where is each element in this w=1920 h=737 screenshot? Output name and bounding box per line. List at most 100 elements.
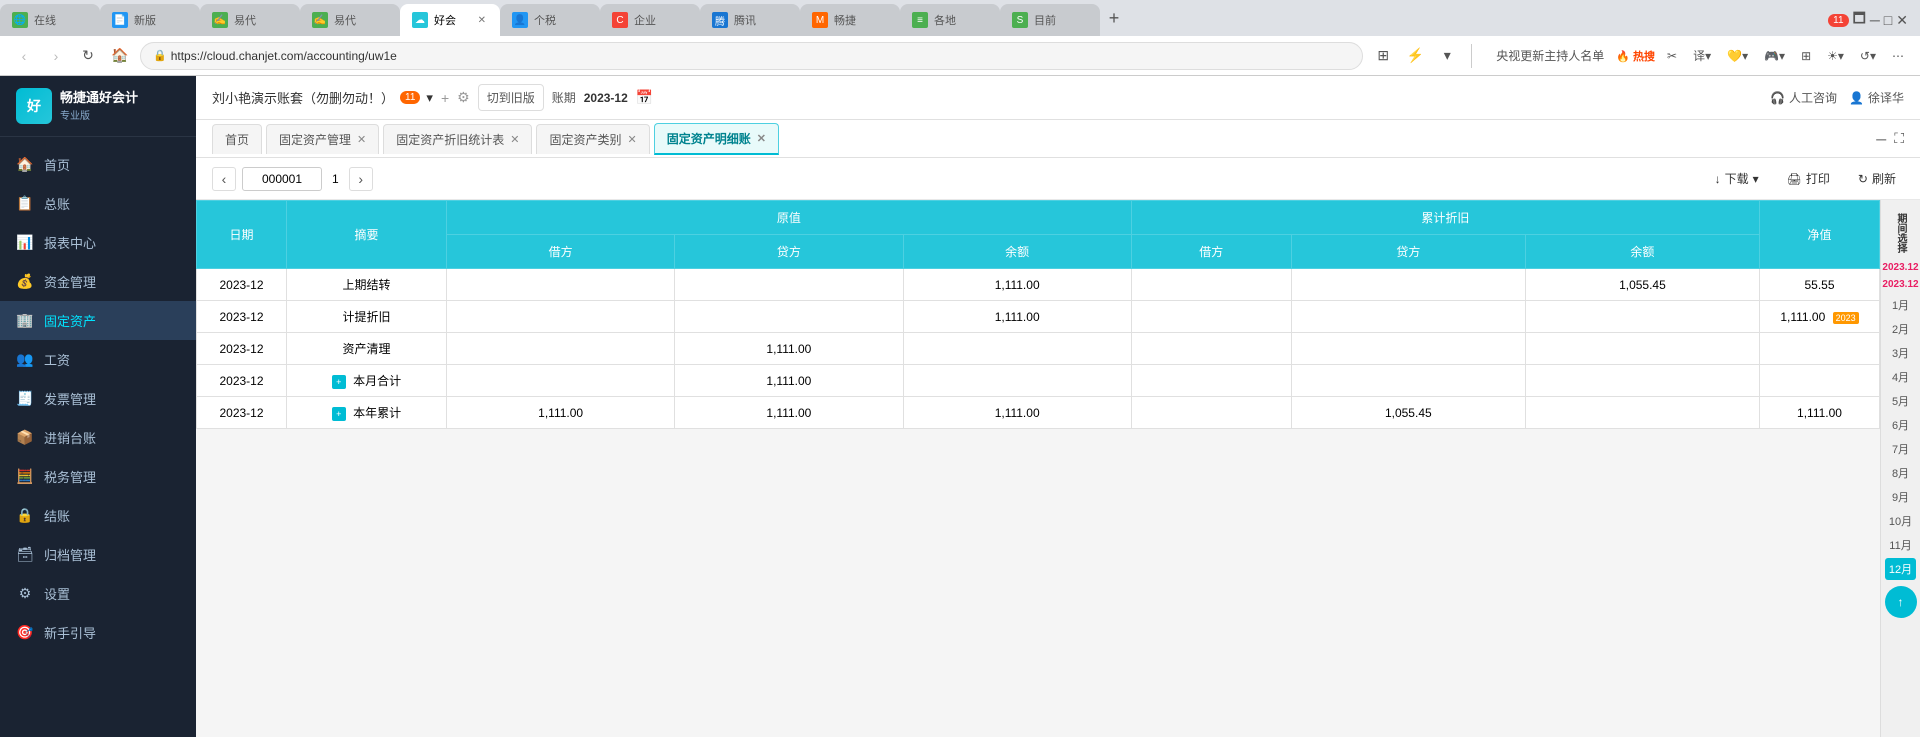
headset-icon: 🎧 <box>1770 91 1785 105</box>
tab-close-haohui[interactable]: ✕ <box>476 13 488 28</box>
print-btn[interactable]: 🖨 打印 <box>1779 166 1838 191</box>
tab-title-online: 在线 <box>34 12 88 28</box>
sidebar-item-archive-mgmt[interactable]: 🗃 归档管理 <box>0 535 196 574</box>
month-7[interactable]: 7月 <box>1885 438 1916 460</box>
sidebar-item-fund-mgmt[interactable]: 💰 资金管理 <box>0 262 196 301</box>
sidebar-item-settings[interactable]: ⚙ 设置 <box>0 574 196 613</box>
download-btn[interactable]: ↓ 下载 ▾ <box>1707 166 1767 191</box>
th-accum-debit: 借方 <box>1131 235 1291 269</box>
month-11[interactable]: 11月 <box>1885 534 1916 556</box>
calendar-icon[interactable]: 📅 <box>636 89 653 106</box>
next-page-btn[interactable]: › <box>349 167 373 191</box>
tab-expand-icon[interactable]: ⛶ <box>1894 130 1904 147</box>
new-tab-button[interactable]: + <box>1100 4 1128 32</box>
page-input[interactable] <box>242 167 322 191</box>
month-2[interactable]: 2月 <box>1885 318 1916 340</box>
tab-close-depreciation-stats[interactable]: ✕ <box>510 133 519 146</box>
cell-summary-4: + 本年累计 <box>287 397 447 429</box>
cell-net-value-4: 1,111.00 <box>1760 397 1880 429</box>
restore-window-btn[interactable]: 🗖 <box>1853 8 1866 32</box>
grid-btn[interactable]: ⊞ <box>1797 47 1815 65</box>
more-btn[interactable]: ⋯ <box>1888 47 1908 65</box>
address-input[interactable]: 🔒 https://cloud.chanjet.com/accounting/u… <box>140 42 1363 70</box>
back-btn[interactable]: ‹ <box>12 44 36 68</box>
history-btn[interactable]: ↺▾ <box>1856 47 1880 65</box>
browser-tab-yidai2[interactable]: ✍ 易代 <box>300 4 400 36</box>
scissors-btn[interactable]: ✂ <box>1663 47 1681 65</box>
scroll-up-btn[interactable]: ↑ <box>1885 586 1917 618</box>
browser-tab-haohui[interactable]: ☁ 好会 ✕ <box>400 4 500 36</box>
th-net-value: 净值 <box>1760 201 1880 269</box>
browser-tab-new[interactable]: 📄 新版 <box>100 4 200 36</box>
cell-accum-debit-1 <box>1131 301 1291 333</box>
browser-tab-geshui[interactable]: 👤 个税 <box>500 4 600 36</box>
prev-page-btn[interactable]: ‹ <box>212 167 236 191</box>
tab-close-asset-category[interactable]: ✕ <box>628 133 637 146</box>
th-original-value: 原值 <box>447 201 1132 235</box>
minimize-btn[interactable]: ─ <box>1870 12 1880 28</box>
sidebar-item-general-ledger[interactable]: 📋 总账 <box>0 184 196 223</box>
month-10[interactable]: 10月 <box>1885 510 1916 532</box>
tab-icon-new: 📄 <box>112 12 128 28</box>
settings-gear-btn[interactable]: ⚙ <box>457 89 470 106</box>
user-profile-btn[interactable]: 👤 徐译华 <box>1849 89 1904 106</box>
tab-close-asset-detail[interactable]: ✕ <box>757 132 766 145</box>
cell-net-value-0: 55.55 <box>1760 269 1880 301</box>
month-1[interactable]: 1月 <box>1885 294 1916 316</box>
refresh-btn[interactable]: ↻ 刷新 <box>1850 166 1904 191</box>
month-4[interactable]: 4月 <box>1885 366 1916 388</box>
th-orig-debit: 借方 <box>447 235 675 269</box>
close-window-btn[interactable]: ✕ <box>1896 12 1908 29</box>
account-selector[interactable]: 刘小艳演示账套（勿删勿动！） 11 ▾ <box>212 88 433 107</box>
month-12[interactable]: 12月 <box>1885 558 1916 580</box>
tab-depreciation-stats[interactable]: 固定资产折旧统计表 ✕ <box>383 124 532 154</box>
tab-asset-detail[interactable]: 固定资产明细账 ✕ <box>654 123 779 155</box>
browser-tab-changjie[interactable]: M 畅捷 <box>800 4 900 36</box>
month-8[interactable]: 8月 <box>1885 462 1916 484</box>
sidebar-item-payroll[interactable]: 👥 工资 <box>0 340 196 379</box>
month-3[interactable]: 3月 <box>1885 342 1916 364</box>
tab-fixed-asset-mgmt[interactable]: 固定资产管理 ✕ <box>266 124 379 154</box>
tab-close-fixed-asset-mgmt[interactable]: ✕ <box>357 133 366 146</box>
browser-tab-muqian[interactable]: S 目前 <box>1000 4 1100 36</box>
reload-btn[interactable]: ↻ <box>76 44 100 68</box>
tab-minimize-icon[interactable]: ─ <box>1876 131 1886 147</box>
bookmark-chevron[interactable]: ▾ <box>1435 44 1459 68</box>
month-6[interactable]: 6月 <box>1885 414 1916 436</box>
sidebar-logo-title: 畅捷通好会计 <box>60 90 138 107</box>
th-accum-credit: 贷方 <box>1291 235 1525 269</box>
game-btn[interactable]: 🎮▾ <box>1760 47 1789 65</box>
reports-icon: 📊 <box>16 234 34 252</box>
theme-btn[interactable]: ☀▾ <box>1823 47 1848 65</box>
browser-tab-online[interactable]: 🌐 在线 <box>0 4 100 36</box>
browser-tab-gedi[interactable]: ≡ 各地 <box>900 4 1000 36</box>
tab-home[interactable]: 首页 <box>212 124 262 154</box>
add-account-btn[interactable]: + <box>441 90 449 106</box>
maximize-btn[interactable]: □ <box>1884 12 1892 28</box>
lightning-btn[interactable]: ⚡ <box>1403 44 1427 68</box>
month-5[interactable]: 5月 <box>1885 390 1916 412</box>
sidebar-item-invoice-mgmt[interactable]: 🧾 发票管理 <box>0 379 196 418</box>
forward-btn[interactable]: › <box>44 44 68 68</box>
sidebar-item-home[interactable]: 🏠 首页 <box>0 145 196 184</box>
sidebar-item-inventory[interactable]: 📦 进销台账 <box>0 418 196 457</box>
tab-asset-category[interactable]: 固定资产类别 ✕ <box>536 124 649 154</box>
download-icon: ↓ <box>1715 172 1721 186</box>
extensions-btn[interactable]: ⊞ <box>1371 44 1395 68</box>
month-9[interactable]: 9月 <box>1885 486 1916 508</box>
home-btn[interactable]: 🏠 <box>108 44 132 68</box>
wallet-btn[interactable]: 💛▾ <box>1723 47 1752 65</box>
translate-btn[interactable]: 译▾ <box>1689 45 1715 66</box>
browser-tab-yidai1[interactable]: ✍ 易代 <box>200 4 300 36</box>
sidebar-item-new-guide[interactable]: 🎯 新手引导 <box>0 613 196 652</box>
browser-tab-qiye[interactable]: C 企业 <box>600 4 700 36</box>
hot-search-label[interactable]: 🔥 热搜 <box>1616 48 1655 64</box>
customer-service-btn[interactable]: 🎧 人工咨询 <box>1770 89 1837 106</box>
sidebar-item-close-period[interactable]: 🔒 结账 <box>0 496 196 535</box>
sidebar-label-reports: 报表中心 <box>44 233 96 252</box>
browser-tab-tencent[interactable]: 腾 腾讯 <box>700 4 800 36</box>
sidebar-item-fixed-asset[interactable]: 🏢 固定资产 <box>0 301 196 340</box>
sidebar-item-reports[interactable]: 📊 报表中心 <box>0 223 196 262</box>
cut-to-old-btn[interactable]: 切到旧版 <box>478 84 544 111</box>
sidebar-item-tax-mgmt[interactable]: 🧮 税务管理 <box>0 457 196 496</box>
